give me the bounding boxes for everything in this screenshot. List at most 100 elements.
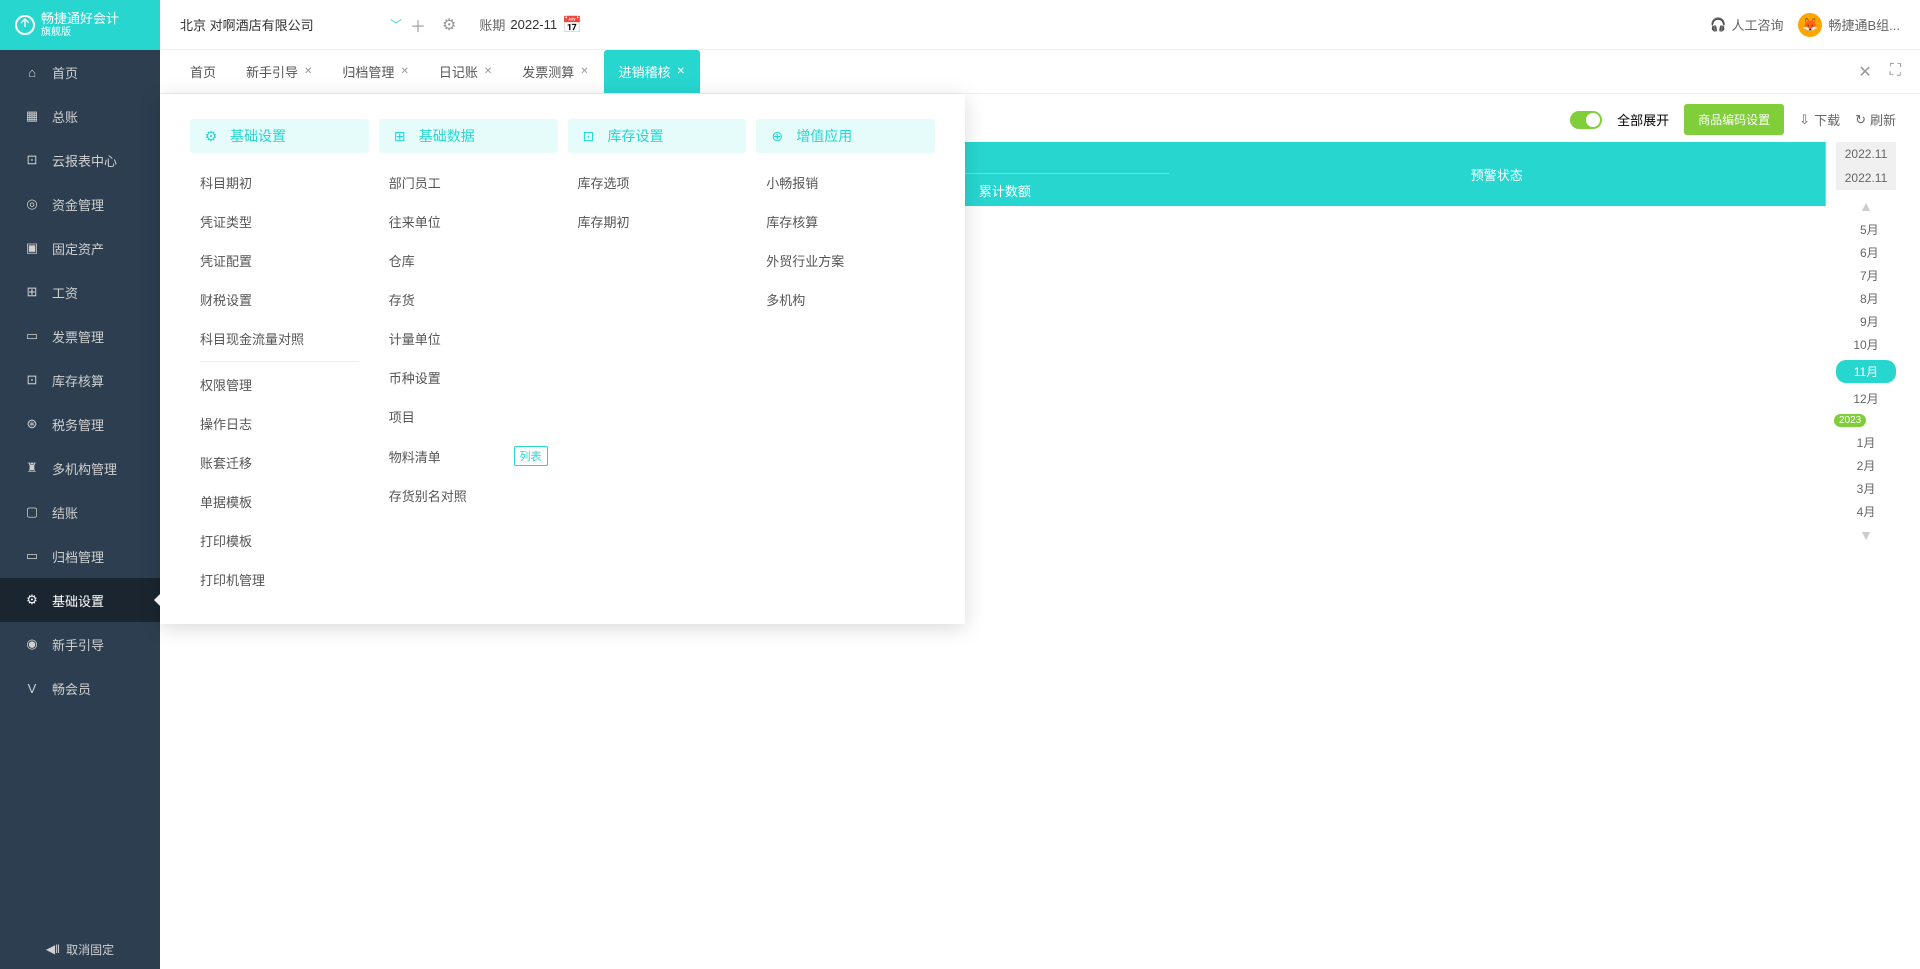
- nav-label: 基础设置: [52, 591, 104, 610]
- flyout-item[interactable]: 存货: [379, 280, 558, 319]
- flyout-item[interactable]: 库存核算: [756, 202, 935, 241]
- month-item[interactable]: 4月: [1849, 500, 1884, 523]
- tab-首页[interactable]: 首页: [175, 50, 231, 93]
- flyout-item[interactable]: 物料清单列表: [379, 436, 558, 476]
- company-selector[interactable]: 北京 对啊酒店有限公司 ﹀: [180, 15, 402, 34]
- chevron-down-icon: ﹀: [390, 16, 402, 33]
- period-value[interactable]: 2022-11: [510, 17, 557, 32]
- pin-toggle[interactable]: ◀‖ 取消固定: [0, 929, 160, 969]
- nav-item-home[interactable]: ⌂首页: [0, 50, 160, 94]
- month-item-active[interactable]: 11月: [1836, 360, 1896, 383]
- pin-icon: ◀‖: [46, 942, 60, 956]
- flyout-column: ⊡库存设置库存选项库存期初: [568, 119, 747, 599]
- flyout-item[interactable]: 打印机管理: [190, 560, 369, 599]
- flyout-item[interactable]: 库存期初: [568, 202, 747, 241]
- nav-item-ledger[interactable]: ▦总账: [0, 94, 160, 138]
- flyout-header-icon: ⊡: [578, 125, 600, 147]
- settings-flyout: ⚙基础设置科目期初凭证类型凭证配置财税设置科目现金流量对照权限管理操作日志账套迁…: [160, 94, 965, 624]
- month-item[interactable]: 7月: [1845, 264, 1886, 287]
- flyout-item[interactable]: 权限管理: [190, 365, 369, 404]
- tab-新手引导[interactable]: 新手引导✕: [231, 50, 327, 93]
- tab-发票测算[interactable]: 发票测算✕: [507, 50, 603, 93]
- close-icon[interactable]: ✕: [400, 66, 408, 77]
- flyout-item[interactable]: 部门员工: [379, 163, 558, 202]
- flyout-header-icon: ⊞: [389, 125, 411, 147]
- nav-item-tax[interactable]: ⊛税务管理: [0, 402, 160, 446]
- scroll-down-icon[interactable]: ▼: [1859, 527, 1873, 543]
- flyout-item[interactable]: 科目现金流量对照: [190, 319, 369, 358]
- th-warning-status: 预警状态: [1169, 142, 1826, 206]
- close-icon[interactable]: ✕: [580, 66, 588, 77]
- period-header-from[interactable]: 2022.11: [1836, 142, 1896, 166]
- calendar-icon[interactable]: 📅: [562, 15, 582, 35]
- add-company-button[interactable]: ＋: [402, 13, 434, 37]
- flyout-item[interactable]: 凭证类型: [190, 202, 369, 241]
- flyout-item[interactable]: 科目期初: [190, 163, 369, 202]
- flyout-item[interactable]: 操作日志: [190, 404, 369, 443]
- brand-logo[interactable]: 畅捷通好会计 旗舰版: [0, 0, 160, 50]
- tax-icon: ⊛: [24, 416, 40, 432]
- flyout-item[interactable]: 账套迁移: [190, 443, 369, 482]
- scroll-up-icon[interactable]: ▲: [1859, 198, 1873, 214]
- nav-item-settings[interactable]: ⚙基础设置: [0, 578, 160, 622]
- tab-日记账[interactable]: 日记账✕: [424, 50, 507, 93]
- month-item[interactable]: 2月: [1849, 454, 1884, 477]
- tabbar: 首页新手引导✕归档管理✕日记账✕发票测算✕进销稽核✕ ✕ ⛶: [160, 50, 1920, 94]
- divider: [200, 361, 359, 362]
- month-item[interactable]: 5月: [1845, 218, 1886, 241]
- flyout-item[interactable]: 项目: [379, 397, 558, 436]
- tab-进销稽核[interactable]: 进销稽核✕: [604, 50, 700, 93]
- close-icon[interactable]: ✕: [677, 66, 685, 77]
- company-settings-button[interactable]: ⚙: [434, 15, 464, 35]
- month-item[interactable]: 3月: [1849, 477, 1884, 500]
- nav-item-salary[interactable]: ⊞工资: [0, 270, 160, 314]
- month-item[interactable]: 9月: [1845, 310, 1886, 333]
- flyout-item[interactable]: 仓库: [379, 241, 558, 280]
- tab-归档管理[interactable]: 归档管理✕: [327, 50, 423, 93]
- flyout-item[interactable]: 外贸行业方案: [756, 241, 935, 280]
- nav-item-asset[interactable]: ▣固定资产: [0, 226, 160, 270]
- month-item[interactable]: 12月: [1845, 387, 1886, 410]
- nav-label: 云报表中心: [52, 151, 117, 170]
- close-icon[interactable]: ✕: [484, 66, 492, 77]
- fullscreen-button[interactable]: ⛶: [1886, 58, 1905, 86]
- expand-all-toggle[interactable]: [1570, 111, 1602, 129]
- refresh-button[interactable]: ↻ 刷新: [1855, 110, 1896, 129]
- sidebar: 畅捷通好会计 旗舰版 ⌂首页▦总账⊡云报表中心◎资金管理▣固定资产⊞工资▭发票管…: [0, 0, 160, 969]
- nav-item-money[interactable]: ◎资金管理: [0, 182, 160, 226]
- flyout-item[interactable]: 财税设置: [190, 280, 369, 319]
- close-period-icon: ▢: [24, 504, 40, 520]
- nav-item-invoice[interactable]: ▭发票管理: [0, 314, 160, 358]
- nav-item-inventory[interactable]: ⊡库存核算: [0, 358, 160, 402]
- flyout-item[interactable]: 凭证配置: [190, 241, 369, 280]
- flyout-item[interactable]: 单据模板: [190, 482, 369, 521]
- nav-label: 结账: [52, 503, 78, 522]
- flyout-item[interactable]: 存货别名对照: [379, 476, 558, 515]
- download-button[interactable]: ⇩ 下载: [1799, 110, 1840, 129]
- close-all-tabs-button[interactable]: ✕: [1854, 58, 1875, 86]
- flyout-item[interactable]: 计量单位: [379, 319, 558, 358]
- flyout-item[interactable]: 币种设置: [379, 358, 558, 397]
- flyout-item[interactable]: 多机构: [756, 280, 935, 319]
- flyout-item[interactable]: 库存选项: [568, 163, 747, 202]
- nav-item-close-period[interactable]: ▢ 结账: [0, 490, 160, 534]
- month-item[interactable]: 1月: [1849, 431, 1884, 454]
- nav-label: 资金管理: [52, 195, 104, 214]
- support-link[interactable]: 🎧 人工咨询: [1710, 15, 1783, 34]
- month-item[interactable]: 10月: [1845, 333, 1886, 356]
- user-menu[interactable]: 🦊 畅捷通B组...: [1798, 13, 1900, 37]
- flyout-item[interactable]: 小畅报销: [756, 163, 935, 202]
- nav-item-guide[interactable]: ◉新手引导: [0, 622, 160, 666]
- expand-all-label: 全部展开: [1617, 110, 1669, 129]
- month-item[interactable]: 6月: [1845, 241, 1886, 264]
- nav-item-chart[interactable]: ⊡云报表中心: [0, 138, 160, 182]
- close-icon[interactable]: ✕: [304, 66, 312, 77]
- nav-item-org[interactable]: ♜多机构管理: [0, 446, 160, 490]
- nav-item-archive[interactable]: ▭归档管理: [0, 534, 160, 578]
- month-item[interactable]: 8月: [1845, 287, 1886, 310]
- period-header-to[interactable]: 2022.11: [1836, 166, 1896, 190]
- nav-item-member[interactable]: V畅会员: [0, 666, 160, 710]
- flyout-item[interactable]: 往来单位: [379, 202, 558, 241]
- product-code-settings-button[interactable]: 商品编码设置: [1684, 104, 1784, 135]
- flyout-item[interactable]: 打印模板: [190, 521, 369, 560]
